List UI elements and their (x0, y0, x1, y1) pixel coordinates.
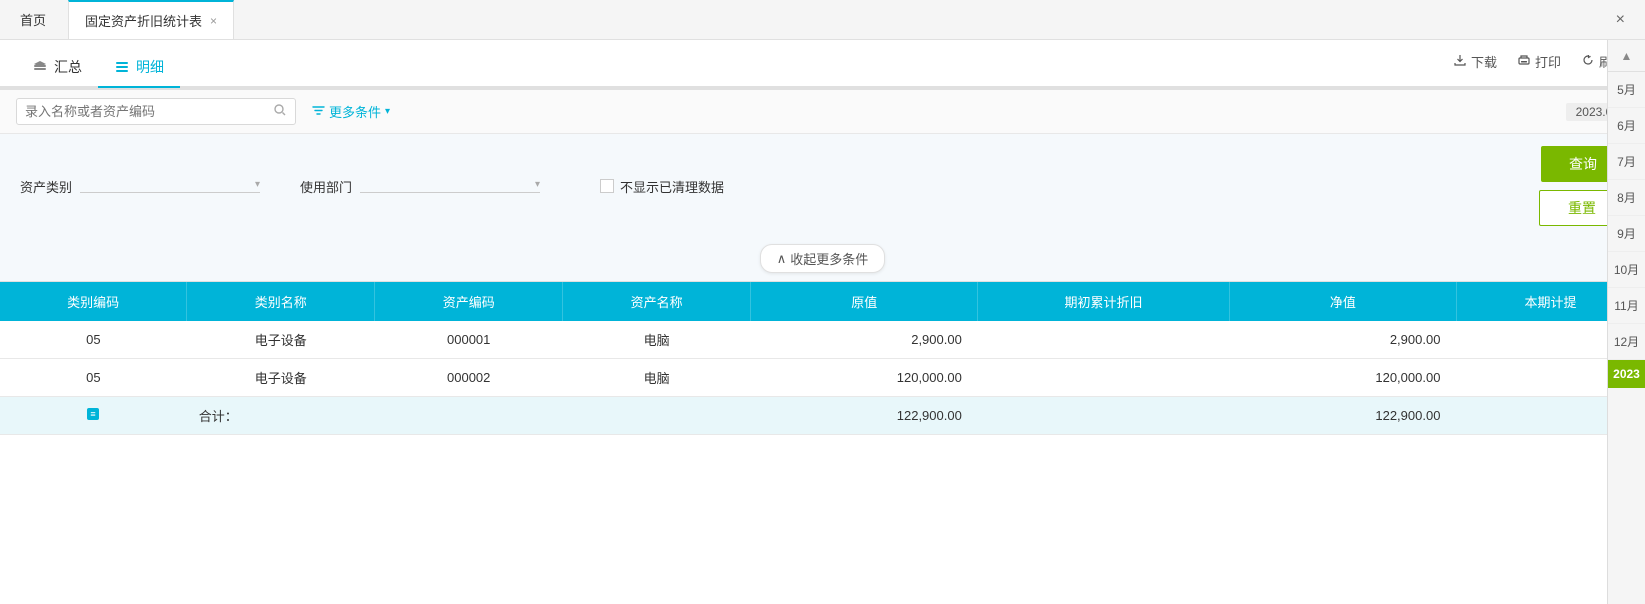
more-conditions-button[interactable]: 更多条件 ▾ (312, 102, 390, 121)
tab-home[interactable]: 首页 (0, 0, 66, 39)
total-label-cell: 合计： (187, 397, 751, 435)
total-icon-cell: ≡ (0, 397, 187, 435)
hide-cleared-label: 不显示已清理数据 (620, 177, 724, 196)
search-input[interactable] (25, 104, 273, 119)
month-item-5[interactable]: 5月 (1608, 72, 1645, 108)
sub-tabs: 汇总 明细 (0, 40, 1645, 88)
list-icon (114, 59, 130, 75)
year-badge[interactable]: 2023 (1608, 360, 1645, 388)
department-select[interactable]: ▾ (360, 179, 540, 193)
tab-bar: 首页 固定资产折旧统计表 × × (0, 0, 1645, 40)
month-item-10[interactable]: 10月 (1608, 252, 1645, 288)
month-item-12[interactable]: 12月 (1608, 324, 1645, 360)
asset-type-select[interactable]: ▾ (80, 179, 260, 193)
cell-asset-code-2: 000002 (375, 359, 563, 397)
download-label: 下载 (1471, 52, 1497, 71)
department-label: 使用部门 (300, 177, 352, 196)
tab-close-icon[interactable]: × (210, 14, 217, 28)
cell-asset-name-1: 电脑 (563, 321, 751, 359)
table-header-row: 类别编码 类别名称 资产编码 资产名称 原值 期初累计折旧 净值 本期计提 (0, 282, 1645, 321)
tab-active-label: 固定资产折旧统计表 (85, 11, 202, 30)
col-original-value: 原值 (751, 282, 978, 321)
asset-type-label: 资产类别 (20, 177, 72, 196)
cell-net-value-1: 2,900.00 (1229, 321, 1456, 359)
cell-asset-code-1: 000001 (375, 321, 563, 359)
right-panel-up-icon: ▲ (1621, 49, 1633, 63)
filter-icon (312, 104, 325, 120)
collapse-button[interactable]: ∧ 收起更多条件 (760, 244, 886, 273)
hide-cleared-checkbox[interactable] (600, 179, 614, 193)
asset-type-arrow-icon: ▾ (255, 179, 260, 190)
search-bar: 更多条件 ▾ 2023.01 (0, 90, 1645, 134)
cell-cat-code-1: 05 (0, 321, 187, 359)
table-row: 05 电子设备 000001 电脑 2,900.00 2,900.00 (0, 321, 1645, 359)
total-row: ≡ 合计： 122,900.00 122,900.00 (0, 397, 1645, 435)
data-table: 类别编码 类别名称 资产编码 资产名称 原值 期初累计折旧 净值 本期计提 05… (0, 282, 1645, 604)
print-label: 打印 (1535, 52, 1561, 71)
month-item-7[interactable]: 7月 (1608, 144, 1645, 180)
right-panel: ▲ 5月 6月 7月 8月 9月 10月 11月 12月 2023 (1607, 40, 1645, 604)
month-item-9[interactable]: 9月 (1608, 216, 1645, 252)
month-item-11[interactable]: 11月 (1608, 288, 1645, 324)
download-button[interactable]: 下载 (1453, 52, 1497, 71)
tab-detail-label: 明细 (136, 57, 164, 77)
chevron-down-icon: ▾ (385, 106, 390, 117)
hide-cleared-checkbox-item: 不显示已清理数据 (600, 177, 724, 196)
search-icon (273, 103, 287, 120)
tab-active[interactable]: 固定资产折旧统计表 × (68, 0, 234, 39)
print-button[interactable]: 打印 (1517, 52, 1561, 71)
collapse-icon: ∧ (777, 251, 787, 267)
tab-detail[interactable]: 明细 (98, 48, 180, 88)
layers-icon (32, 59, 48, 75)
cell-original-value-1: 2,900.00 (751, 321, 978, 359)
cell-cat-code-2: 05 (0, 359, 187, 397)
window-close-button[interactable]: × (1596, 11, 1645, 29)
download-icon (1453, 53, 1467, 70)
svg-text:≡: ≡ (91, 409, 96, 419)
tab-summary[interactable]: 汇总 (16, 48, 98, 88)
refresh-icon (1581, 53, 1595, 70)
col-cat-name: 类别名称 (187, 282, 375, 321)
collapse-label: 收起更多条件 (790, 249, 868, 268)
right-panel-top[interactable]: ▲ (1608, 40, 1645, 72)
main-table: 类别编码 类别名称 资产编码 资产名称 原值 期初累计折旧 净值 本期计提 05… (0, 282, 1645, 435)
col-asset-code: 资产编码 (375, 282, 563, 321)
cell-cat-name-1: 电子设备 (187, 321, 375, 359)
filter-row: 资产类别 ▾ 使用部门 ▾ 不显示已清理数据 查询 (20, 146, 1625, 238)
cell-original-value-2: 120,000.00 (751, 359, 978, 397)
month-item-8[interactable]: 8月 (1608, 180, 1645, 216)
col-acc-depreciation: 期初累计折旧 (978, 282, 1229, 321)
cell-net-value-2: 120,000.00 (1229, 359, 1456, 397)
total-original-value: 122,900.00 (751, 397, 978, 435)
total-acc-dep (978, 397, 1229, 435)
filter-asset-type: 资产类别 ▾ (20, 177, 260, 196)
col-cat-code: 类别编码 (0, 282, 187, 321)
col-net-value: 净值 (1229, 282, 1456, 321)
cell-acc-dep-2 (978, 359, 1229, 397)
collapse-bar: ∧ 收起更多条件 (20, 238, 1625, 281)
month-item-6[interactable]: 6月 (1608, 108, 1645, 144)
cell-cat-name-2: 电子设备 (187, 359, 375, 397)
table-row: 05 电子设备 000002 电脑 120,000.00 120,000.00 (0, 359, 1645, 397)
cell-acc-dep-1 (978, 321, 1229, 359)
col-asset-name: 资产名称 (563, 282, 751, 321)
search-input-wrap[interactable] (16, 98, 296, 125)
main-content: 汇总 明细 (0, 40, 1645, 604)
total-icon: ≡ (86, 407, 100, 421)
more-conditions-label: 更多条件 (329, 102, 381, 121)
filter-department: 使用部门 ▾ (300, 177, 540, 196)
print-icon (1517, 53, 1531, 70)
filter-panel: 资产类别 ▾ 使用部门 ▾ 不显示已清理数据 查询 (0, 134, 1645, 282)
total-net-value: 122,900.00 (1229, 397, 1456, 435)
tab-summary-label: 汇总 (54, 57, 82, 77)
cell-asset-name-2: 电脑 (563, 359, 751, 397)
department-arrow-icon: ▾ (535, 179, 540, 190)
